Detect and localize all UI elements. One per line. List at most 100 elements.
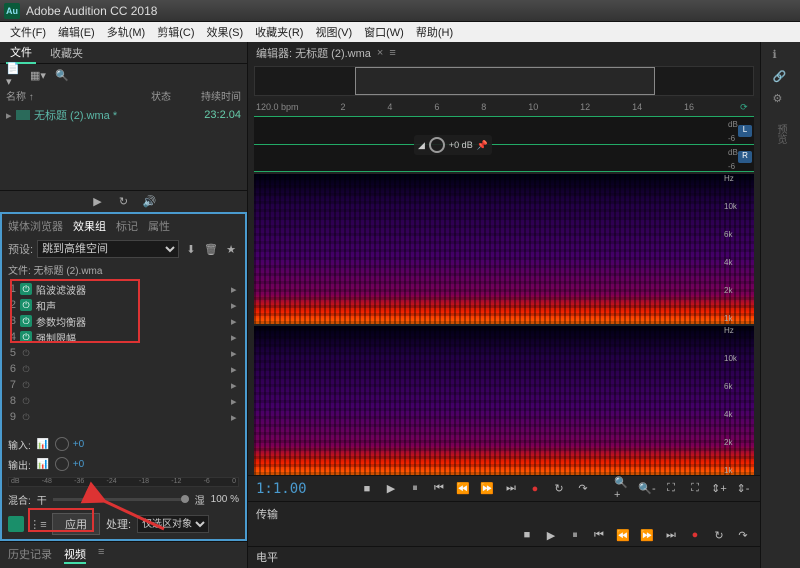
waveform-display[interactable]: ◢ +0 dB 📌 L R dB -6 dB -6 (254, 116, 754, 172)
col-status[interactable]: 状态 (151, 88, 191, 103)
fx-slot-3[interactable]: 3⏻参数均衡器▸ (6, 313, 241, 329)
record-button[interactable]: ● (526, 480, 544, 498)
zoom-vout-icon[interactable]: ⇕- (734, 480, 752, 498)
rewind-button[interactable]: ⏪ (454, 480, 472, 498)
zoom-vin-icon[interactable]: ⇕+ (710, 480, 728, 498)
favorite-icon[interactable]: ★ (223, 241, 239, 257)
menu-window[interactable]: 窗口(W) (358, 24, 410, 40)
power-icon[interactable]: ⏻ (20, 363, 32, 375)
chevron-right-icon[interactable]: ▸ (231, 411, 241, 424)
pause-button[interactable]: ⏸ (406, 480, 424, 498)
tab-media-browser[interactable]: 媒体浏览器 (8, 218, 63, 234)
spectrogram-right[interactable]: Hz 10k 6k 4k 2k 1k (254, 326, 754, 476)
link-icon[interactable]: 🔗 (773, 70, 789, 86)
chevron-right-icon[interactable]: ▸ (231, 331, 241, 344)
rack-menu-icon[interactable]: ⋮≡ (30, 516, 46, 532)
apply-button[interactable]: 应用 (52, 513, 100, 535)
panel-menu-icon[interactable]: ≡ (389, 47, 395, 59)
power-icon[interactable]: ⏻ (20, 299, 32, 311)
power-icon[interactable]: ⏻ (20, 411, 32, 423)
stop-button[interactable]: ■ (358, 480, 376, 498)
chevron-right-icon[interactable]: ▸ (231, 347, 241, 360)
forward-button[interactable]: ⏩ (478, 480, 496, 498)
menu-view[interactable]: 视图(V) (309, 24, 358, 40)
zoom-sel-icon[interactable]: ⛶ (686, 480, 704, 498)
rewind-button[interactable]: ⏪ (614, 526, 632, 544)
close-icon[interactable]: × (377, 47, 383, 59)
power-icon[interactable]: ⏻ (20, 395, 32, 407)
overview-waveform[interactable] (254, 66, 754, 96)
fx-slot-2[interactable]: 2⏻和声▸ (6, 297, 241, 313)
skip-button[interactable]: ↷ (734, 526, 752, 544)
fx-slot-1[interactable]: 1⏻陷波滤波器▸ (6, 281, 241, 297)
go-start-button[interactable]: ⏮ (430, 480, 448, 498)
menu-multitrack[interactable]: 多轨(M) (101, 24, 152, 40)
col-duration[interactable]: 持续时间 (191, 88, 241, 103)
sync-icon[interactable]: ⟳ (736, 99, 752, 115)
power-icon[interactable]: ⏻ (20, 379, 32, 391)
tab-properties[interactable]: 属性 (148, 218, 170, 234)
timecode-display[interactable]: 1:1.00 (256, 481, 307, 497)
volume-knob-icon[interactable] (429, 137, 445, 153)
go-end-button[interactable]: ⏭ (502, 480, 520, 498)
forward-button[interactable]: ⏩ (638, 526, 656, 544)
chevron-right-icon[interactable]: ▸ (231, 283, 241, 296)
spectrogram-left[interactable]: Hz 10k 6k 4k 2k 1k (254, 174, 754, 324)
stop-button[interactable]: ■ (518, 526, 536, 544)
record-button[interactable]: ● (686, 526, 704, 544)
timeline-ruler[interactable]: 120.0 bpm 2 4 6 8 10 12 14 16 ⟳ (248, 98, 760, 116)
play-button[interactable]: ▶ (382, 480, 400, 498)
panel-menu-icon[interactable]: ≡ (98, 546, 104, 564)
loop-button[interactable]: ↻ (710, 526, 728, 544)
play-icon[interactable]: ▶ (90, 194, 106, 210)
menu-file[interactable]: 文件(F) (4, 24, 52, 40)
fx-slot-4[interactable]: 4⏻强制限幅▸ (6, 329, 241, 345)
power-icon[interactable]: ⏻ (20, 347, 32, 359)
chevron-right-icon[interactable]: ▸ (231, 363, 241, 376)
save-preset-icon[interactable]: ⬇ (183, 241, 199, 257)
volume-hud[interactable]: ◢ +0 dB 📌 (414, 135, 492, 155)
autoplay-icon[interactable]: 🔊 (142, 194, 158, 210)
power-icon[interactable]: ⏻ (20, 283, 32, 295)
chevron-right-icon[interactable]: ▸ (231, 395, 241, 408)
gear-icon[interactable]: ⚙ (773, 92, 789, 108)
zoom-full-icon[interactable]: ⛶ (662, 480, 680, 498)
chevron-right-icon[interactable]: ▸ (231, 315, 241, 328)
tab-effects-rack[interactable]: 效果组 (73, 218, 106, 234)
overview-selection[interactable] (355, 67, 655, 95)
menu-edit[interactable]: 编辑(E) (52, 24, 101, 40)
menu-help[interactable]: 帮助(H) (410, 24, 459, 40)
loop-icon[interactable]: ↻ (116, 194, 132, 210)
file-row[interactable]: ▸ 无标题 (2).wma * 23:2.04 (0, 105, 247, 125)
fade-icon[interactable]: ◢ (418, 140, 425, 151)
pin-icon[interactable]: 📌 (477, 140, 488, 151)
zoom-in-icon[interactable]: 🔍+ (614, 480, 632, 498)
fx-slot-7[interactable]: 7⏻▸ (6, 377, 241, 393)
zoom-out-icon[interactable]: 🔍- (638, 480, 656, 498)
pause-button[interactable]: ⏸ (566, 526, 584, 544)
chevron-right-icon[interactable]: ▸ (231, 299, 241, 312)
menu-effects[interactable]: 效果(S) (201, 24, 250, 40)
fx-slot-8[interactable]: 8⏻▸ (6, 393, 241, 409)
power-icon[interactable]: ⏻ (20, 331, 32, 343)
mix-slider[interactable] (53, 498, 189, 501)
rack-power-icon[interactable] (8, 516, 24, 532)
new-file-icon[interactable]: ▦▾ (30, 67, 46, 83)
tab-markers[interactable]: 标记 (116, 218, 138, 234)
fx-slot-5[interactable]: 5⏻▸ (6, 345, 241, 361)
info-icon[interactable]: ℹ (773, 48, 789, 64)
process-select[interactable]: 仅选区对象 (137, 515, 209, 533)
menu-clip[interactable]: 剪辑(C) (151, 24, 200, 40)
bpm-display[interactable]: 120.0 bpm (256, 102, 299, 112)
expand-icon[interactable]: ▸ (6, 109, 16, 122)
loop-button[interactable]: ↻ (550, 480, 568, 498)
chevron-right-icon[interactable]: ▸ (231, 379, 241, 392)
skip-button[interactable]: ↷ (574, 480, 592, 498)
tab-video[interactable]: 视频 (64, 546, 86, 564)
col-name[interactable]: 名称 ↑ (6, 88, 151, 103)
search-icon[interactable]: 🔍 (54, 67, 70, 83)
tab-files[interactable]: 文件 (6, 42, 36, 64)
go-start-button[interactable]: ⏮ (590, 526, 608, 544)
tab-history[interactable]: 历史记录 (8, 546, 52, 564)
menu-favorites[interactable]: 收藏夹(R) (249, 24, 309, 40)
